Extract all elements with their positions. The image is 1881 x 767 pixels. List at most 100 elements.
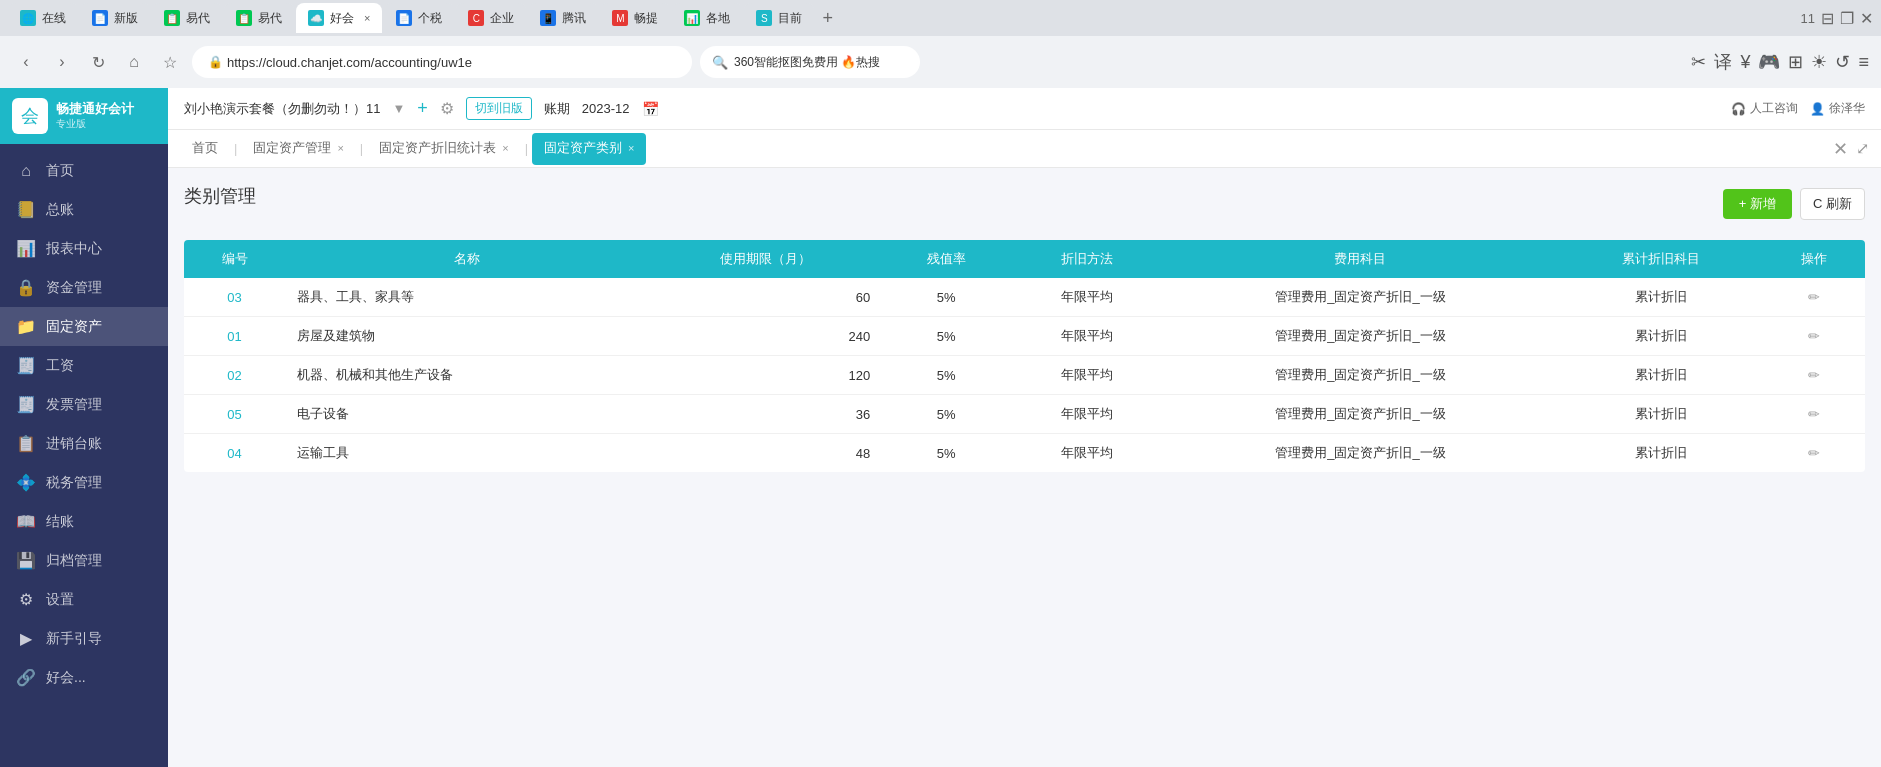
tab-close-category[interactable]: × [628, 142, 634, 154]
sidebar-item-guide[interactable]: ▶ 新手引导 [0, 619, 168, 658]
home-btn[interactable]: ⌂ [120, 48, 148, 76]
user-info: 刘小艳演示套餐（勿删勿动！）11 [184, 100, 380, 118]
bookmark-btn[interactable]: ☆ [156, 48, 184, 76]
logo-sub: 专业版 [56, 117, 134, 131]
tab-icon: 📋 [236, 10, 252, 26]
translate-icon[interactable]: 译 [1714, 50, 1732, 74]
browser-tab-xinban[interactable]: 📄 新版 [80, 3, 150, 33]
grid-icon[interactable]: ⊞ [1788, 51, 1803, 73]
sidebar-item-archive[interactable]: 💾 归档管理 [0, 541, 168, 580]
sidebar-logo: 会 畅捷通好会计 专业版 [0, 88, 168, 144]
edit-btn-1[interactable]: ✏ [1808, 328, 1820, 344]
page-title: 类别管理 [184, 184, 256, 208]
tab-home[interactable]: 首页 [180, 133, 230, 165]
browser-tab-haohui[interactable]: ☁️ 好会 × [296, 3, 382, 33]
browser-tab-yidai2[interactable]: 📋 易代 [224, 3, 294, 33]
refresh-btn[interactable]: C 刷新 [1800, 188, 1865, 220]
new-tab-btn[interactable]: + [816, 8, 839, 29]
support-btn[interactable]: 🎧 人工咨询 [1731, 100, 1798, 117]
tab-asset-category[interactable]: 固定资产类别 × [532, 133, 646, 165]
data-table: 编号 名称 使用期限（月） 残值率 折旧方法 费用科目 累计折旧科目 操作 03 [184, 240, 1865, 472]
toolbar-icons: ✂ 译 ¥ 🎮 ⊞ ☀ ↺ ≡ [1691, 50, 1869, 74]
col-accum: 累计折旧科目 [1557, 240, 1763, 278]
sidebar-item-funds[interactable]: 🔒 资金管理 [0, 268, 168, 307]
browser-tab-yidai1[interactable]: 📋 易代 [152, 3, 222, 33]
calendar-icon[interactable]: 📅 [642, 101, 659, 117]
settings-gear-icon[interactable]: ⚙ [440, 99, 454, 118]
dropdown-arrow[interactable]: ▼ [392, 101, 405, 116]
cell-residual-2: 5% [882, 356, 1010, 395]
add-account-btn[interactable]: + [417, 98, 428, 119]
edit-btn-0[interactable]: ✏ [1808, 289, 1820, 305]
cell-code-1: 01 [184, 317, 285, 356]
cell-code-4: 04 [184, 434, 285, 473]
tab-fixed-assets-mgmt[interactable]: 固定资产管理 × [241, 133, 355, 165]
browser-tab-qiye[interactable]: C 企业 [456, 3, 526, 33]
sidebar-item-invoice[interactable]: 🧾 发票管理 [0, 385, 168, 424]
sidebar-item-checkout[interactable]: 📖 结账 [0, 502, 168, 541]
sidebar-item-settings[interactable]: ⚙ 设置 [0, 580, 168, 619]
tab-icon: 📱 [540, 10, 556, 26]
toolbar: + 新增 C 刷新 [1723, 188, 1865, 220]
tab-depreciation-table[interactable]: 固定资产折旧统计表 × [367, 133, 520, 165]
sidebar-item-home[interactable]: ⌂ 首页 [0, 152, 168, 190]
ledger-icon: 📒 [16, 200, 36, 219]
cell-expense-0: 管理费用_固定资产折旧_一级 [1164, 278, 1558, 317]
cell-code-2: 02 [184, 356, 285, 395]
sidebar-item-tax[interactable]: 💠 税务管理 [0, 463, 168, 502]
scissors-icon[interactable]: ✂ [1691, 51, 1706, 73]
tab-icon: M [612, 10, 628, 26]
user-btn[interactable]: 👤 徐泽华 [1810, 100, 1865, 117]
search-box[interactable]: 🔍 360智能抠图免费用 🔥热搜 [700, 46, 920, 78]
cell-action-1: ✏ [1764, 317, 1865, 356]
add-btn[interactable]: + 新增 [1723, 189, 1792, 219]
game-icon[interactable]: 🎮 [1758, 51, 1780, 73]
edit-btn-3[interactable]: ✏ [1808, 406, 1820, 422]
settings-icon: ⚙ [16, 590, 36, 609]
tab-bar: 🌐 在线 📄 新版 📋 易代 📋 易代 ☁️ 好会 × 📄 个税 C 企业 [0, 0, 1881, 36]
col-period: 使用期限（月） [650, 240, 883, 278]
tab-divider2: | [360, 141, 363, 156]
close-btn[interactable]: ✕ [1860, 9, 1873, 28]
browser-tab-gedi[interactable]: 📊 各地 [672, 3, 742, 33]
history-icon[interactable]: ↺ [1835, 51, 1850, 73]
cell-code-3: 05 [184, 395, 285, 434]
tab-close-mgmt[interactable]: × [337, 142, 343, 154]
url-bar[interactable]: 🔒 https://cloud.chanjet.com/accounting/u… [192, 46, 692, 78]
cell-accum-1: 累计折旧 [1557, 317, 1763, 356]
tab-close-depreciation[interactable]: × [502, 142, 508, 154]
sidebar-item-general-ledger[interactable]: 📒 总账 [0, 190, 168, 229]
min-btn[interactable]: ⊟ [1821, 9, 1834, 28]
close-content-icon[interactable]: ✕ [1833, 138, 1848, 160]
sidebar-item-report[interactable]: 📊 报表中心 [0, 229, 168, 268]
reload-btn[interactable]: ↻ [84, 48, 112, 76]
header-right: 🎧 人工咨询 👤 徐泽华 [1731, 100, 1865, 117]
wallet-icon[interactable]: ¥ [1740, 52, 1750, 73]
page-tabs: 首页 | 固定资产管理 × | 固定资产折旧统计表 × | 固定资产类别 × ✕… [168, 130, 1881, 168]
browser-tab-muqian[interactable]: S 目前 [744, 3, 814, 33]
sun-icon[interactable]: ☀ [1811, 51, 1827, 73]
back-btn[interactable]: ‹ [12, 48, 40, 76]
menu-icon[interactable]: ≡ [1858, 52, 1869, 73]
edit-btn-2[interactable]: ✏ [1808, 367, 1820, 383]
cell-period-2: 120 [650, 356, 883, 395]
sidebar-item-purchase-sales[interactable]: 📋 进销台账 [0, 424, 168, 463]
sidebar-item-salary[interactable]: 🧾 工资 [0, 346, 168, 385]
cell-method-1: 年限平均 [1010, 317, 1164, 356]
expand-content-icon[interactable]: ⤢ [1856, 139, 1869, 158]
browser-tab-tengxun[interactable]: 📱 腾讯 [528, 3, 598, 33]
browser-tab-changte[interactable]: M 畅提 [600, 3, 670, 33]
browser-tab-geshu[interactable]: 📄 个税 [384, 3, 454, 33]
sidebar-item-fixed-assets[interactable]: 📁 固定资产 [0, 307, 168, 346]
browser-tab-zaixian[interactable]: 🌐 在线 [8, 3, 78, 33]
cell-method-4: 年限平均 [1010, 434, 1164, 473]
edit-btn-4[interactable]: ✏ [1808, 445, 1820, 461]
restore-btn[interactable]: ❐ [1840, 9, 1854, 28]
tab-icon: 📋 [164, 10, 180, 26]
switch-to-old-btn[interactable]: 切到旧版 [466, 97, 532, 120]
sidebar-item-other[interactable]: 🔗 好会... [0, 658, 168, 697]
forward-btn[interactable]: › [48, 48, 76, 76]
cell-method-0: 年限平均 [1010, 278, 1164, 317]
cell-period-4: 48 [650, 434, 883, 473]
tab-close-btn[interactable]: × [364, 12, 370, 24]
